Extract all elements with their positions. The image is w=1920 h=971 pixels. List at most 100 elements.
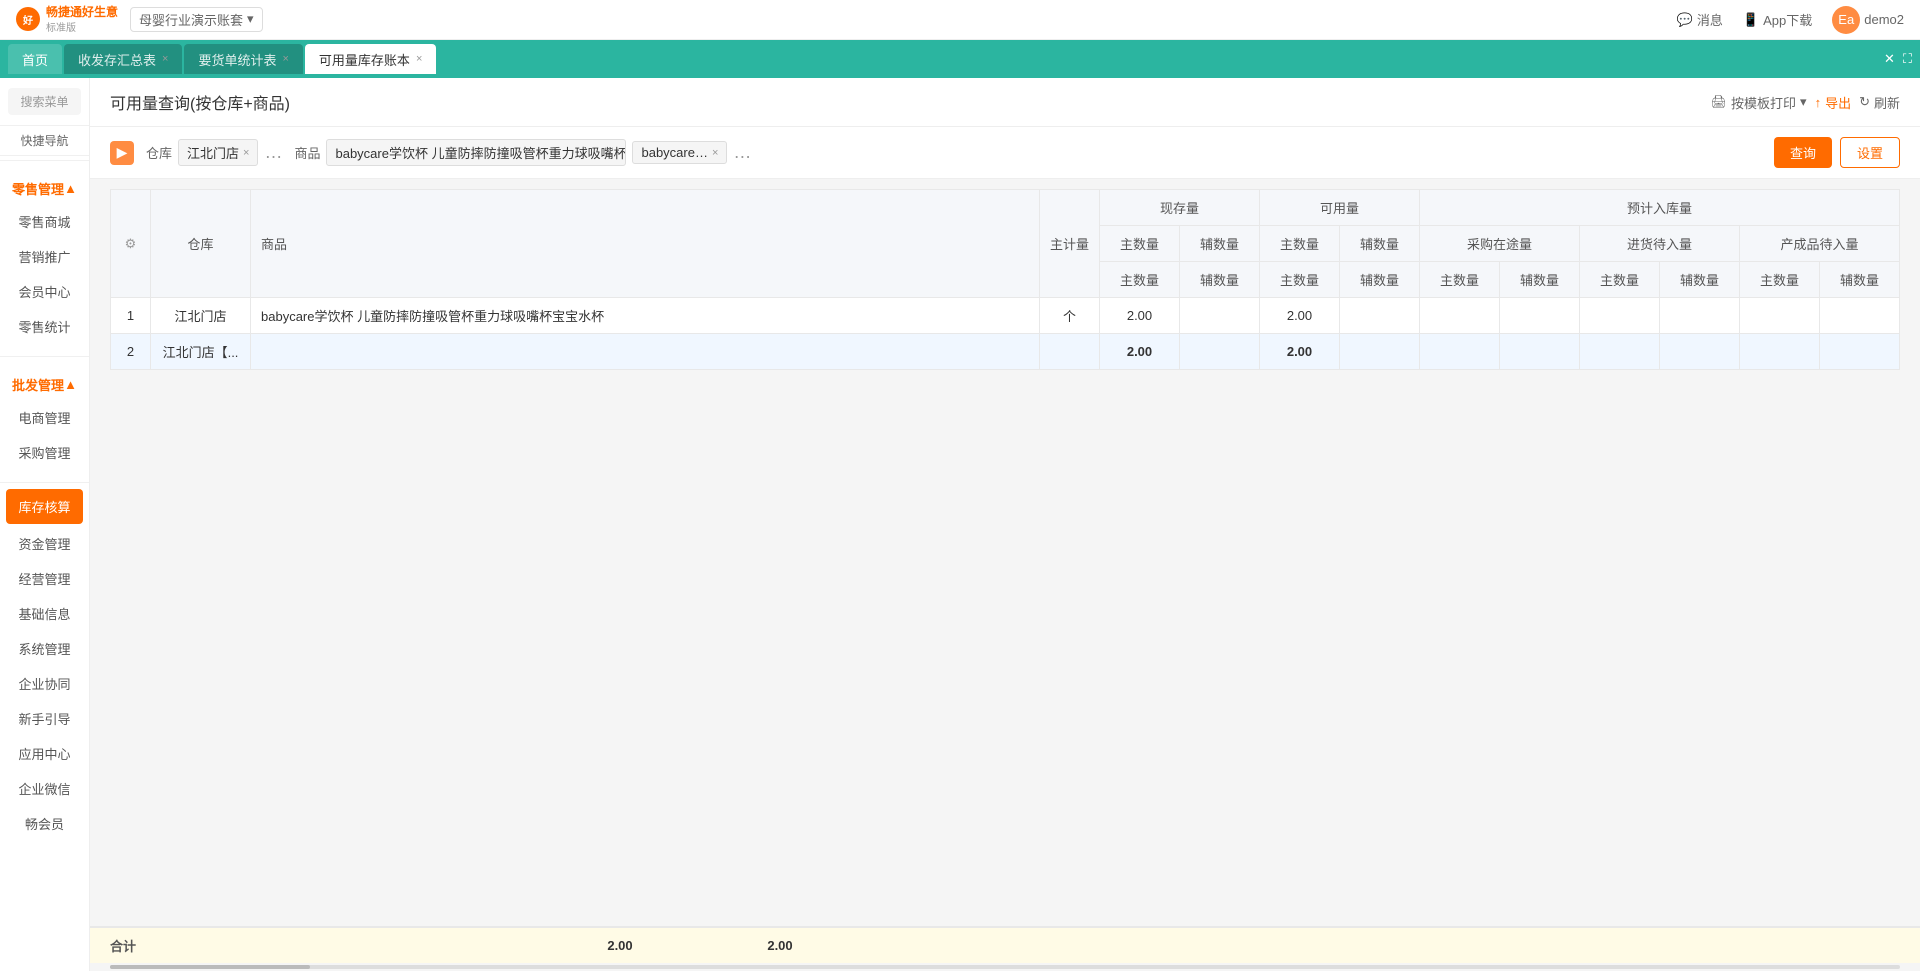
th-avail-aux2: 辅数量 xyxy=(1340,262,1420,298)
sidebar-search-btn[interactable]: 搜索菜单 xyxy=(8,88,81,115)
tab-receipts[interactable]: 收发存汇总表 × xyxy=(64,44,182,74)
scroll-bar xyxy=(90,963,1920,971)
th-gear: ⚙ xyxy=(111,190,151,298)
gear-icon[interactable]: ⚙ xyxy=(125,236,137,251)
nav-close-icon[interactable]: ✕ xyxy=(1884,51,1895,67)
divider-1 xyxy=(0,160,89,161)
th-stock-main: 主数量 xyxy=(1100,226,1180,262)
sidebar-item-member[interactable]: 畅会员 xyxy=(0,806,89,841)
th-stock-main2: 主数量 xyxy=(1100,262,1180,298)
retail-label: 零售管理 xyxy=(12,179,64,198)
filter-bar: ▶ 仓库 江北门店 × … 商品 babycare学饮杯 儿童防摔防撞吸管杯重力… xyxy=(90,127,1920,179)
cell-stock-aux-2 xyxy=(1180,334,1260,370)
th-prod-aux: 辅数量 xyxy=(1820,262,1900,298)
cell-prod-main-1 xyxy=(1740,298,1820,334)
cell-prod-main-2 xyxy=(1740,334,1820,370)
tab-available-stock-close[interactable]: × xyxy=(416,53,422,65)
cell-product-1: babycare学饮杯 儿童防摔防撞吸管杯重力球吸嘴杯宝宝水杯 xyxy=(251,298,1040,334)
warehouse-more-icon[interactable]: … xyxy=(264,142,282,163)
message-label: 消息 xyxy=(1697,10,1723,29)
product-tag2[interactable]: babycare… × xyxy=(632,141,727,164)
filter-toggle-btn[interactable]: ▶ xyxy=(110,141,134,165)
refresh-label: 刷新 xyxy=(1874,93,1900,112)
cell-stock-main-1: 2.00 xyxy=(1100,298,1180,334)
sidebar-item-retail-stats[interactable]: 零售统计 xyxy=(0,309,89,344)
nav-expand-icon[interactable]: ⛶ xyxy=(1903,51,1912,67)
scroll-thumb[interactable] xyxy=(110,965,310,969)
product-value: babycare学饮杯 儿童防摔防撞吸管杯重力球吸嘴杯宝宝水杯 xyxy=(335,143,626,162)
logo-text-area: 畅捷通好生意 标准版 xyxy=(46,5,118,34)
th-unit: 主计量 xyxy=(1039,190,1099,298)
th-purchase-pending: 进货待入量 xyxy=(1580,226,1740,262)
wholesale-label: 批发管理 xyxy=(12,375,64,394)
phone-icon: 📱 xyxy=(1743,12,1759,28)
warehouse-value: 江北门店 xyxy=(187,143,239,162)
warehouse-label: 仓库 xyxy=(146,143,172,162)
sidebar-item-basic[interactable]: 基础信息 xyxy=(0,596,89,631)
tab-available-stock[interactable]: 可用量库存账本 × xyxy=(305,44,436,74)
tab-order-stats[interactable]: 要货单统计表 × xyxy=(184,44,302,74)
setting-button[interactable]: 设置 xyxy=(1840,137,1900,168)
sidebar-item-marketing[interactable]: 营销推广 xyxy=(0,239,89,274)
warehouse-tag-close-icon[interactable]: × xyxy=(243,147,249,159)
sidebar-nav-btn[interactable]: 快捷导航 xyxy=(0,126,89,156)
sidebar-item-ops[interactable]: 经营管理 xyxy=(0,561,89,596)
tab-order-stats-close[interactable]: × xyxy=(282,53,288,65)
th-stock-aux2: 辅数量 xyxy=(1180,262,1260,298)
sidebar-item-appcenter[interactable]: 应用中心 xyxy=(0,736,89,771)
table-footer: 合计 2.00 2.00 xyxy=(90,926,1920,963)
wholesale-expand-icon: ▲ xyxy=(64,377,77,392)
cell-pp-main-2 xyxy=(1580,334,1660,370)
page-header-actions: 🖨 按模板打印 ▾ ↑ 导出 ↻ 刷新 xyxy=(1711,93,1901,124)
warehouse-tag[interactable]: 江北门店 × xyxy=(178,139,258,166)
th-production-pending: 产成品待入量 xyxy=(1740,226,1900,262)
th-pt-main: 主数量 xyxy=(1420,262,1500,298)
sidebar-item-inventory[interactable]: 库存核算 xyxy=(6,489,83,524)
cell-stock-aux-1 xyxy=(1180,298,1260,334)
cell-pp-aux-1 xyxy=(1660,298,1740,334)
footer-stock-aux xyxy=(660,938,740,953)
content-area: 可用量查询(按仓库+商品) 🖨 按模板打印 ▾ ↑ 导出 ↻ 刷新 ▶ xyxy=(90,78,1920,971)
product-tag[interactable]: babycare学饮杯 儿童防摔防撞吸管杯重力球吸嘴杯宝宝水杯 × xyxy=(326,139,626,166)
cell-prod-aux-2 xyxy=(1820,334,1900,370)
sidebar-item-wecom[interactable]: 企业微信 xyxy=(0,771,89,806)
sidebar-item-finance[interactable]: 资金管理 xyxy=(0,526,89,561)
footer-label: 合计 xyxy=(110,936,230,955)
th-planned-in: 预计入库量 xyxy=(1420,190,1900,226)
query-button[interactable]: 查询 xyxy=(1774,137,1832,168)
sidebar-section-retail-header[interactable]: 零售管理 ▲ xyxy=(0,173,89,204)
chevron-down-icon: ▾ xyxy=(247,11,254,27)
export-btn[interactable]: ↑ 导出 xyxy=(1815,93,1852,112)
print-label: 按模板打印 xyxy=(1731,93,1796,112)
sidebar-item-purchase[interactable]: 采购管理 xyxy=(0,435,89,470)
sidebar-item-members[interactable]: 会员中心 xyxy=(0,274,89,309)
tab-order-stats-label: 要货单统计表 xyxy=(198,50,276,69)
th-pt-aux: 辅数量 xyxy=(1500,262,1580,298)
refresh-btn[interactable]: ↻ 刷新 xyxy=(1859,93,1900,112)
product-more-icon[interactable]: … xyxy=(733,142,751,163)
logo-sub: 标准版 xyxy=(46,19,118,34)
cell-unit-2 xyxy=(1039,334,1099,370)
product-tag2-close-icon[interactable]: × xyxy=(712,147,718,159)
logo-icon: 好 xyxy=(16,7,40,31)
industry-select[interactable]: 母婴行业演示账套 ▾ xyxy=(130,7,263,32)
sidebar-item-ecommerce[interactable]: 电商管理 xyxy=(0,400,89,435)
logo-area: 好 畅捷通好生意 标准版 xyxy=(16,5,118,34)
scroll-track xyxy=(110,965,1900,969)
cell-warehouse-1: 江北门店 xyxy=(151,298,251,334)
sidebar-item-system[interactable]: 系统管理 xyxy=(0,631,89,666)
user-area[interactable]: Ea demo2 xyxy=(1832,6,1904,34)
message-btn[interactable]: 💬 消息 xyxy=(1677,10,1723,29)
tab-home[interactable]: 首页 xyxy=(8,44,62,74)
sidebar-item-guide[interactable]: 新手引导 xyxy=(0,701,89,736)
sidebar-item-ecommerce-retail[interactable]: 零售商城 xyxy=(0,204,89,239)
app-download-btn[interactable]: 📱 App下载 xyxy=(1743,10,1812,29)
sidebar-item-enterprise[interactable]: 企业协同 xyxy=(0,666,89,701)
divider-3 xyxy=(0,482,89,483)
sidebar-section-wholesale-header[interactable]: 批发管理 ▲ xyxy=(0,369,89,400)
tab-receipts-close[interactable]: × xyxy=(162,53,168,65)
print-btn[interactable]: 🖨 按模板打印 ▾ xyxy=(1711,93,1807,112)
cell-avail-aux-1 xyxy=(1340,298,1420,334)
sidebar-section-retail: 零售管理 ▲ 零售商城 营销推广 会员中心 零售统计 xyxy=(0,165,89,352)
product-value2: babycare… xyxy=(641,145,707,160)
